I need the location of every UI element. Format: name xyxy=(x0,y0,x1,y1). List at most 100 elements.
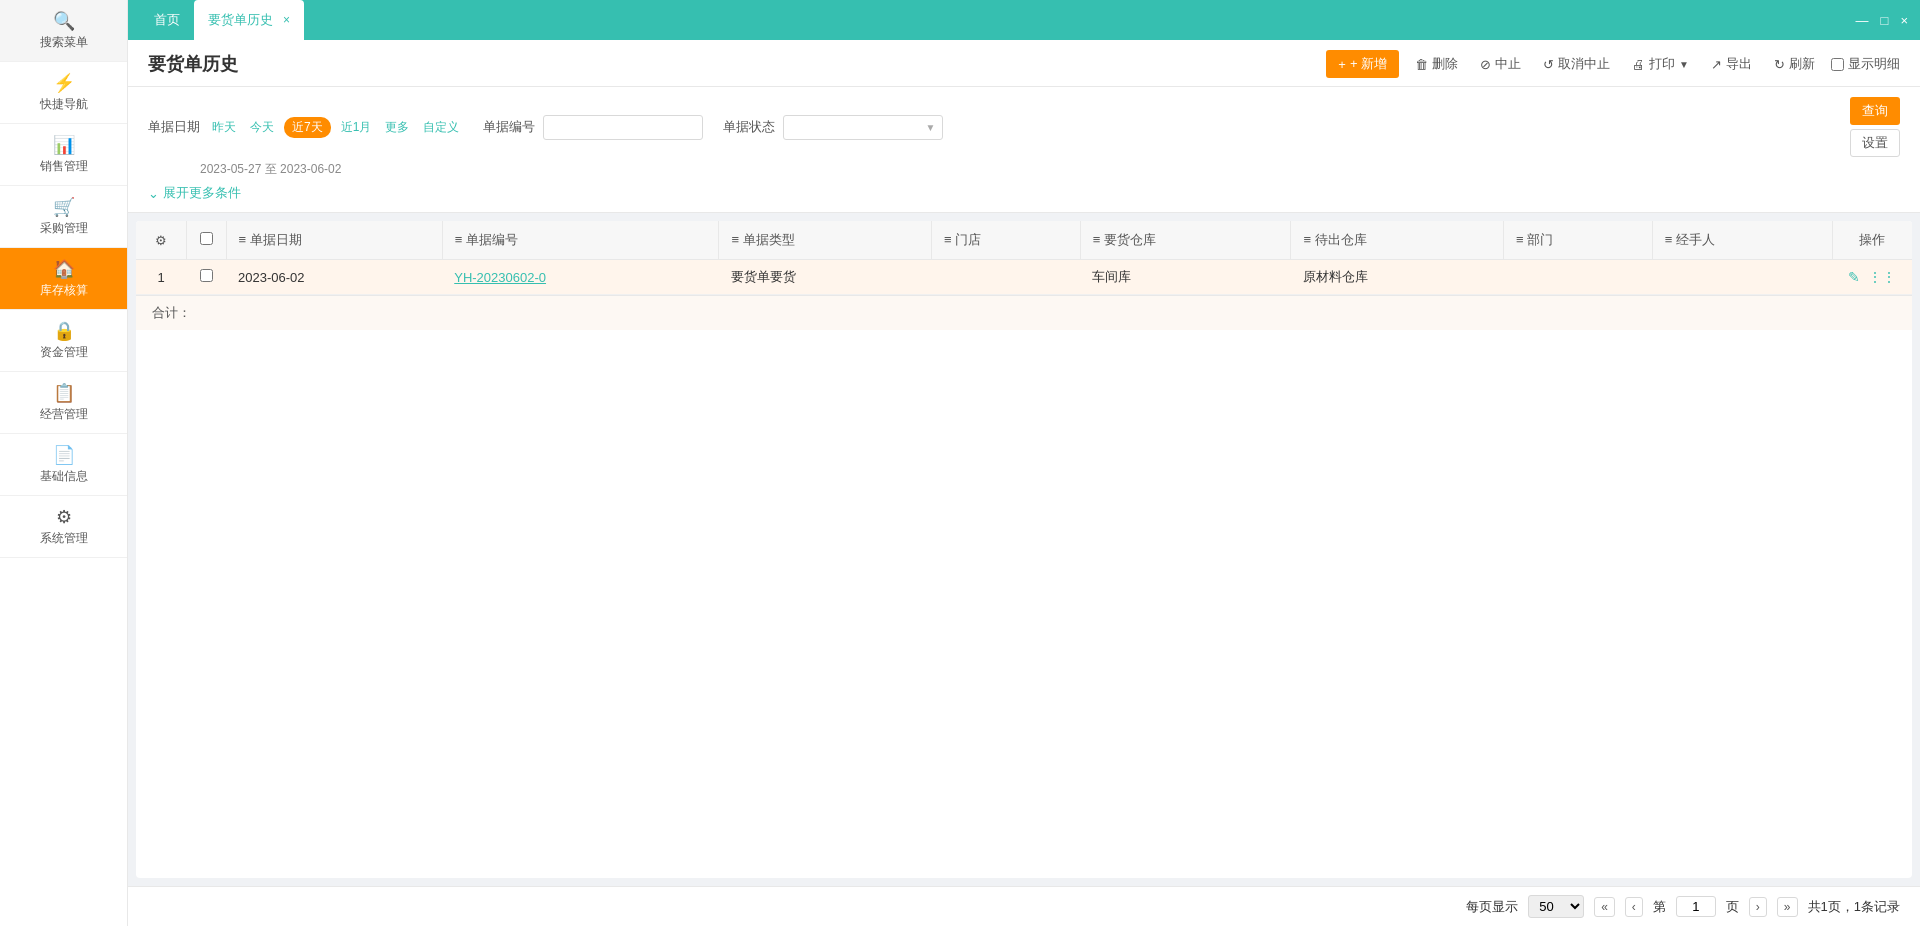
sidebar-icon-search-menu: 🔍 xyxy=(53,12,75,30)
date-shortcuts: 昨天今天近7天近1月更多自定义 xyxy=(208,117,463,138)
refresh-button[interactable]: ↻ 刷新 xyxy=(1768,51,1821,77)
tab-home[interactable]: 首页 xyxy=(140,0,194,40)
print-icon: 🖨 xyxy=(1632,57,1645,72)
sidebar-item-base-info[interactable]: 📄 基础信息 xyxy=(0,434,127,496)
cell-checkbox-0[interactable] xyxy=(186,260,226,295)
sidebar-item-inventory[interactable]: 🏠 库存核算 xyxy=(0,248,127,310)
date-btn-近7天[interactable]: 近7天 xyxy=(284,117,331,138)
col-req-warehouse-header[interactable]: ≡ 要货仓库 xyxy=(1080,221,1291,260)
col-checkbox-header[interactable] xyxy=(186,221,226,260)
delete-icon: 🗑 xyxy=(1415,57,1428,72)
col-handler-header[interactable]: ≡ 经手人 xyxy=(1652,221,1832,260)
display-detail-checkbox[interactable] xyxy=(1831,58,1844,71)
date-range-row: 2023-05-27 至 2023-06-02 xyxy=(148,161,1900,178)
print-button[interactable]: 🖨 打印 ▼ xyxy=(1626,51,1695,77)
query-button[interactable]: 查询 xyxy=(1850,97,1900,125)
new-button[interactable]: + + 新增 xyxy=(1326,50,1399,78)
tab-label-requisition-history: 要货单历史 xyxy=(208,11,273,29)
sidebar-item-sys-mgmt[interactable]: ⚙ 系统管理 xyxy=(0,496,127,558)
sidebar-item-quick-nav[interactable]: ⚡ 快捷导航 xyxy=(0,62,127,124)
date-btn-今天[interactable]: 今天 xyxy=(246,118,278,137)
first-page-btn[interactable]: « xyxy=(1594,897,1615,917)
sidebar-icon-sys-mgmt: ⚙ xyxy=(56,508,72,526)
toolbar-buttons: + + 新增 🗑 删除 ⊘ 中止 ↺ 取消中止 🖨 打印 xyxy=(1326,50,1900,78)
cell-doc-number-0[interactable]: YH-20230602-0 xyxy=(442,260,719,295)
expand-more-btn[interactable]: ⌄ 展开更多条件 xyxy=(148,184,1900,202)
page-title: 要货单历史 xyxy=(148,52,238,76)
col-doc-type-header[interactable]: ≡ 单据类型 xyxy=(719,221,932,260)
cell-index-0: 1 xyxy=(136,260,186,295)
sidebar-icon-ops-mgmt: 📋 xyxy=(53,384,75,402)
sidebar-label-sys-mgmt: 系统管理 xyxy=(40,530,88,547)
total-info: 共1页，1条记录 xyxy=(1808,898,1900,916)
date-filter-label: 单据日期 xyxy=(148,118,200,136)
settings-button[interactable]: 设置 xyxy=(1850,129,1900,157)
page-suffix: 页 xyxy=(1726,898,1739,916)
topbar: 首页 要货单历史 × — □ × xyxy=(128,0,1920,40)
window-minimize[interactable]: — xyxy=(1856,13,1869,28)
per-page-select[interactable]: 102050100 xyxy=(1528,895,1584,918)
date-filter-group: 单据日期 昨天今天近7天近1月更多自定义 xyxy=(148,117,463,138)
window-close[interactable]: × xyxy=(1900,13,1908,28)
col-settings-icon[interactable]: ⚙ xyxy=(136,221,186,260)
cell-pending-warehouse-0: 原材料仓库 xyxy=(1291,260,1504,295)
cell-handler-0 xyxy=(1652,260,1832,295)
sidebar-item-finance-mgmt[interactable]: 🔒 资金管理 xyxy=(0,310,127,372)
date-btn-更多[interactable]: 更多 xyxy=(381,118,413,137)
filter-row-1: 单据日期 昨天今天近7天近1月更多自定义 单据编号 单据状态 xyxy=(148,97,1900,157)
doc-number-label: 单据编号 xyxy=(483,118,535,136)
sidebar-label-sales-mgmt: 销售管理 xyxy=(40,158,88,175)
col-department-header[interactable]: ≡ 部门 xyxy=(1504,221,1653,260)
refresh-icon: ↻ xyxy=(1774,57,1785,72)
per-page-label: 每页显示 xyxy=(1466,898,1518,916)
tab-label-home: 首页 xyxy=(154,11,180,29)
select-all-checkbox[interactable] xyxy=(200,232,213,245)
tab-close-requisition-history[interactable]: × xyxy=(283,13,290,27)
date-btn-自定义[interactable]: 自定义 xyxy=(419,118,463,137)
cell-doc-type-0: 要货单要货 xyxy=(719,260,932,295)
expand-icon: ⌄ xyxy=(148,186,159,201)
main-area: 首页要货单历史× — □ × 要货单历史 + + 新增 🗑 删除 ⊘ 中止 xyxy=(128,0,1920,926)
export-button[interactable]: ↗ 导出 xyxy=(1705,51,1758,77)
edit-icon-0[interactable]: ✎ xyxy=(1848,269,1860,285)
col-doc-date-header[interactable]: ≡ 单据日期 xyxy=(226,221,442,260)
stop-button[interactable]: ⊘ 中止 xyxy=(1474,51,1527,77)
prev-page-btn[interactable]: ‹ xyxy=(1625,897,1643,917)
doc-status-select[interactable] xyxy=(783,115,943,140)
doc-number-input[interactable] xyxy=(543,115,703,140)
col-pending-warehouse-header[interactable]: ≡ 待出仓库 xyxy=(1291,221,1504,260)
sidebar-label-purchase-mgmt: 采购管理 xyxy=(40,220,88,237)
more-icon-0[interactable]: ⋮⋮ xyxy=(1868,269,1896,285)
date-btn-近1月[interactable]: 近1月 xyxy=(337,118,376,137)
display-detail-toggle[interactable]: 显示明细 xyxy=(1831,55,1900,73)
cancel-stop-button[interactable]: ↺ 取消中止 xyxy=(1537,51,1616,77)
topbar-right: — □ × xyxy=(1856,13,1908,28)
date-range-text: 2023-05-27 至 2023-06-02 xyxy=(200,162,341,176)
tab-requisition-history[interactable]: 要货单历史 × xyxy=(194,0,304,40)
page-label: 第 xyxy=(1653,898,1666,916)
sidebar: 🔍 搜索菜单 ⚡ 快捷导航 📊 销售管理 🛒 采购管理 🏠 库存核算 🔒 资金管… xyxy=(0,0,128,926)
cancel-stop-icon: ↺ xyxy=(1543,57,1554,72)
window-maximize[interactable]: □ xyxy=(1881,13,1889,28)
page-input[interactable] xyxy=(1676,896,1716,917)
query-settings-group: 查询 设置 xyxy=(1850,97,1900,157)
content: 要货单历史 + + 新增 🗑 删除 ⊘ 中止 ↺ 取消中止 xyxy=(128,40,1920,926)
table-row: 1 2023-06-02 YH-20230602-0 要货单要货 车间库 原材料… xyxy=(136,260,1912,295)
sidebar-label-inventory: 库存核算 xyxy=(40,282,88,299)
sidebar-item-sales-mgmt[interactable]: 📊 销售管理 xyxy=(0,124,127,186)
col-actions-header: 操作 xyxy=(1832,221,1912,260)
cell-req-warehouse-0: 车间库 xyxy=(1080,260,1291,295)
date-btn-昨天[interactable]: 昨天 xyxy=(208,118,240,137)
sidebar-item-ops-mgmt[interactable]: 📋 经营管理 xyxy=(0,372,127,434)
sidebar-item-search-menu[interactable]: 🔍 搜索菜单 xyxy=(0,0,127,62)
next-page-btn[interactable]: › xyxy=(1749,897,1767,917)
sidebar-icon-quick-nav: ⚡ xyxy=(53,74,75,92)
delete-button[interactable]: 🗑 删除 xyxy=(1409,51,1464,77)
last-page-btn[interactable]: » xyxy=(1777,897,1798,917)
col-doc-number-header[interactable]: ≡ 单据编号 xyxy=(442,221,719,260)
cell-department-0 xyxy=(1504,260,1653,295)
sidebar-label-ops-mgmt: 经营管理 xyxy=(40,406,88,423)
sidebar-label-finance-mgmt: 资金管理 xyxy=(40,344,88,361)
col-store-header[interactable]: ≡ 门店 xyxy=(932,221,1081,260)
sidebar-item-purchase-mgmt[interactable]: 🛒 采购管理 xyxy=(0,186,127,248)
